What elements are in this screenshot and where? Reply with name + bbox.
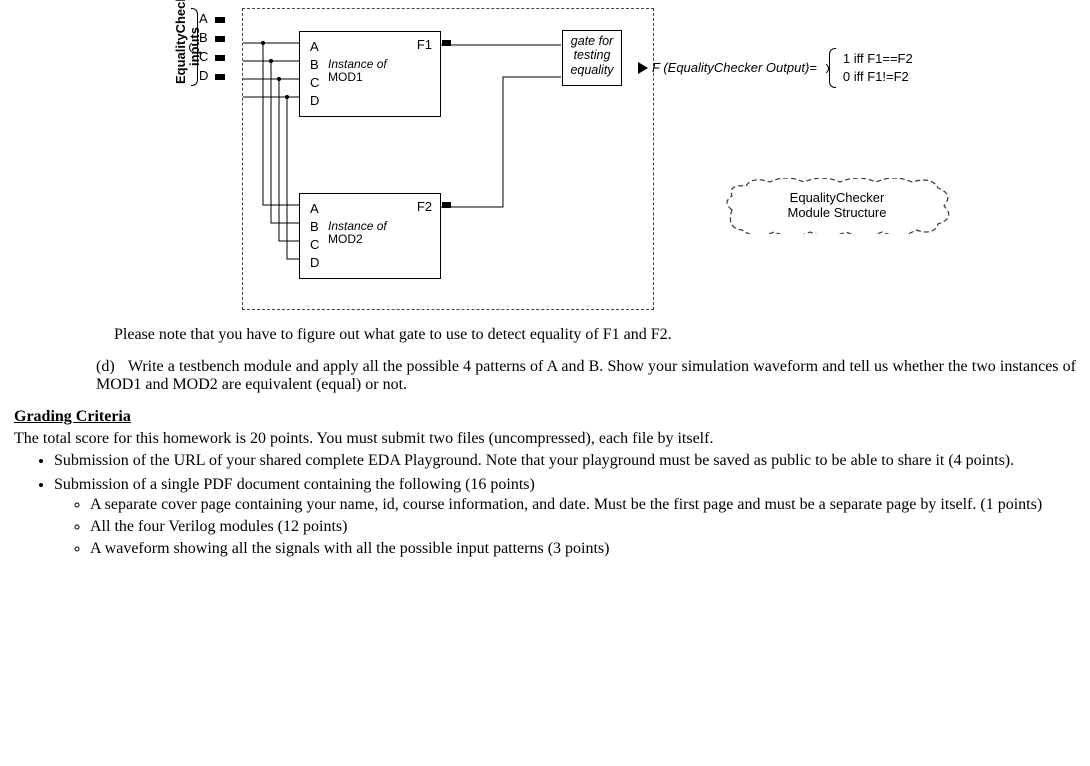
- equality-output-prefix: F (EqualityChecker Output)=: [652, 61, 817, 75]
- input-row-d: D: [199, 67, 225, 86]
- mod1-port-d-label: D: [310, 94, 319, 108]
- inputs-vertical-label-line1: EqualityChecker: [174, 9, 188, 84]
- mod2-port-c: C: [304, 236, 319, 254]
- part-d-tag: (d): [96, 358, 124, 376]
- equality-gate-box: gate for testing equality: [562, 30, 622, 86]
- mod1-port-c-label: C: [310, 76, 319, 90]
- mod2-out-label: F2: [417, 200, 432, 214]
- input-row-a: A: [199, 10, 225, 29]
- part-d-body: Write a testbench module and apply all t…: [96, 358, 1076, 393]
- mod1-box: A B C D Instance of MOD1 F1: [299, 31, 441, 117]
- grading-bullets: Submission of the URL of your shared com…: [54, 452, 1076, 558]
- mod1-port-d: D: [304, 92, 319, 110]
- input-letter-a: A: [199, 12, 211, 26]
- grading-bullet-2-text: Submission of a single PDF document cont…: [54, 476, 535, 493]
- note-paragraph: Please note that you have to figure out …: [114, 326, 1076, 344]
- mod1-out-pin-icon: [442, 40, 451, 46]
- grading-subbullet-1: A separate cover page containing your na…: [90, 496, 1076, 514]
- mod1-name: MOD1: [328, 70, 363, 84]
- mod2-port-d: D: [304, 254, 319, 272]
- input-row-c: C: [199, 48, 225, 67]
- part-d-paragraph: (d) Write a testbench module and apply a…: [96, 358, 1076, 394]
- cloud-line1: EqualityChecker: [790, 190, 885, 205]
- mod2-port-b-label: B: [310, 220, 319, 234]
- grading-subbullet-2: All the four Verilog modules (12 points): [90, 518, 1076, 536]
- equality-output-expression: F (EqualityChecker Output)= 1 iff F1==F2…: [634, 48, 913, 88]
- mod2-instance-of: Instance of: [328, 219, 387, 233]
- grading-bullet-2: Submission of a single PDF document cont…: [54, 476, 1076, 558]
- mod1-port-a: A: [304, 38, 319, 56]
- equality-case-2: 0 iff F1!=F2: [843, 70, 913, 84]
- mod2-port-a-label: A: [310, 202, 319, 216]
- arrow-right-filled-icon: [638, 62, 648, 74]
- mod1-port-c: C: [304, 74, 319, 92]
- cloud-callout: EqualityChecker Module Structure: [722, 178, 952, 234]
- mod2-port-b: B: [304, 218, 319, 236]
- input-letter-b: B: [199, 31, 211, 45]
- input-letter-c: C: [199, 50, 211, 64]
- mod2-box: A B C D Instance of MOD2 F2: [299, 193, 441, 279]
- pin-icon: [215, 74, 225, 80]
- mod1-port-b-label: B: [310, 58, 319, 72]
- pin-icon: [215, 36, 225, 42]
- inputs-brace: [190, 8, 198, 86]
- mod1-port-column: A B C D: [304, 38, 319, 110]
- pin-icon: [215, 55, 225, 61]
- mod2-port-d-label: D: [310, 256, 319, 270]
- input-row-b: B: [199, 29, 225, 48]
- grading-heading: Grading Criteria: [14, 408, 1076, 426]
- mod2-port-column: A B C D: [304, 200, 319, 272]
- mod1-instance-of: Instance of: [328, 57, 387, 71]
- grading-subbullets: A separate cover page containing your na…: [90, 496, 1076, 558]
- equality-checker-diagram: EqualityChecker inputs A B C D: [6, 4, 1084, 314]
- grading-subbullet-3: A waveform showing all the signals with …: [90, 540, 1076, 558]
- mod2-text: Instance of MOD2: [328, 220, 387, 246]
- mod1-out-label: F1: [417, 38, 432, 52]
- mod2-port-a: A: [304, 200, 319, 218]
- input-letter-d: D: [199, 69, 211, 83]
- mod2-out-pin-icon: [442, 202, 451, 208]
- pin-icon: [215, 17, 225, 23]
- mod1-port-b: B: [304, 56, 319, 74]
- mod2-port-c-label: C: [310, 238, 319, 252]
- mod2-name: MOD2: [328, 232, 363, 246]
- mod1-text: Instance of MOD1: [328, 58, 387, 84]
- document-body: Please note that you have to figure out …: [14, 326, 1076, 558]
- page-root: EqualityChecker inputs A B C D: [6, 4, 1084, 558]
- equality-inputs-stack: A B C D: [199, 10, 225, 86]
- gate-line2: testing: [574, 48, 611, 62]
- cloud-line2: Module Structure: [788, 205, 887, 220]
- gate-line1: gate for: [571, 34, 613, 48]
- grading-bullet-1: Submission of the URL of your shared com…: [54, 452, 1076, 470]
- grading-intro: The total score for this homework is 20 …: [14, 430, 1076, 448]
- left-brace-icon: [823, 48, 837, 88]
- mod1-port-a-label: A: [310, 40, 319, 54]
- equality-case-1: 1 iff F1==F2: [843, 52, 913, 66]
- gate-line3: equality: [570, 63, 613, 77]
